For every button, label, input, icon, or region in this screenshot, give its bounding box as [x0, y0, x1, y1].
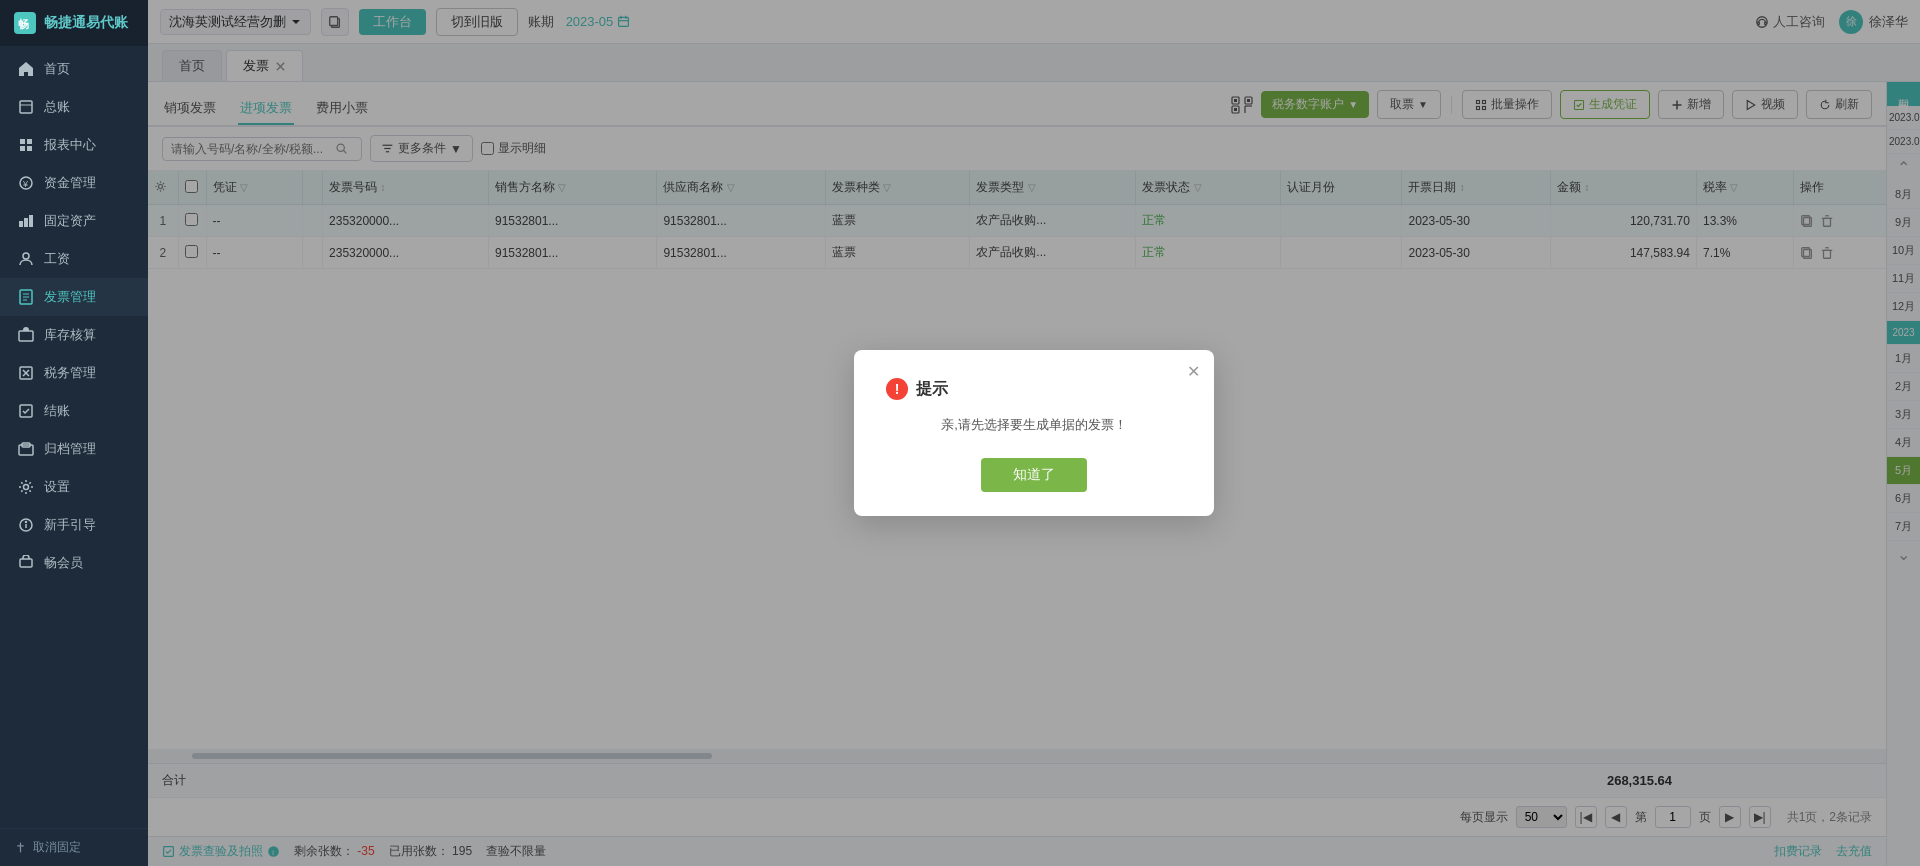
svg-rect-11 [24, 218, 28, 227]
sidebar-item-salary[interactable]: 工资 [0, 240, 148, 278]
sidebar-item-home[interactable]: 首页 [0, 50, 148, 88]
settings-icon [18, 479, 34, 495]
sidebar-item-reports[interactable]: 报表中心 [0, 126, 148, 164]
sidebar-item-settings[interactable]: 设置 [0, 468, 148, 506]
svg-rect-4 [20, 139, 25, 144]
modal-ok-button[interactable]: 知道了 [981, 458, 1087, 492]
pin-icon [14, 841, 27, 854]
svg-rect-6 [20, 146, 25, 151]
sidebar-item-ledger[interactable]: 总账 [0, 88, 148, 126]
sidebar-footer[interactable]: 取消固定 [0, 828, 148, 866]
svg-text:¥: ¥ [22, 179, 29, 189]
sidebar-item-archive[interactable]: 归档管理 [0, 430, 148, 468]
svg-rect-18 [19, 331, 33, 341]
modal-title: ! 提示 [886, 378, 1182, 400]
member-icon [18, 555, 34, 571]
modal-message: 亲,请先选择要生成单据的发票！ [886, 416, 1182, 434]
svg-rect-2 [20, 101, 32, 113]
sidebar-item-tax[interactable]: 税务管理 [0, 354, 148, 392]
salary-icon [18, 251, 34, 267]
svg-point-28 [26, 522, 27, 523]
modal-btn-row: 知道了 [886, 458, 1182, 492]
sidebar-item-member[interactable]: 畅会员 [0, 544, 148, 582]
svg-point-25 [24, 485, 29, 490]
archive-icon [18, 441, 34, 457]
svg-text:畅: 畅 [18, 18, 29, 30]
svg-rect-7 [27, 146, 32, 151]
funds-icon: ¥ [18, 175, 34, 191]
invoice-icon [18, 289, 34, 305]
svg-rect-10 [19, 221, 23, 227]
close-ledger-icon [18, 403, 34, 419]
ledger-icon [18, 99, 34, 115]
sidebar: 畅 畅捷通易代账 首页 总账 报表中心 ¥ 资金管理 固定资 [0, 0, 148, 866]
sidebar-item-guide[interactable]: 新手引导 [0, 506, 148, 544]
sidebar-nav: 首页 总账 报表中心 ¥ 资金管理 固定资产 工资 [0, 46, 148, 828]
modal-box: ✕ ! 提示 亲,请先选择要生成单据的发票！ 知道了 [854, 350, 1214, 516]
reports-icon [18, 137, 34, 153]
sidebar-item-inventory[interactable]: 库存核算 [0, 316, 148, 354]
warning-icon: ! [886, 378, 908, 400]
sidebar-item-close[interactable]: 结账 [0, 392, 148, 430]
svg-point-13 [23, 253, 29, 259]
modal-overlay[interactable]: ✕ ! 提示 亲,请先选择要生成单据的发票！ 知道了 [148, 0, 1920, 866]
home-icon [18, 61, 34, 77]
sidebar-item-funds[interactable]: ¥ 资金管理 [0, 164, 148, 202]
svg-rect-29 [20, 559, 32, 567]
svg-rect-12 [29, 215, 33, 227]
tax-icon [18, 365, 34, 381]
main-content: 沈海英测试经营勿删 工作台 切到旧版 账期 2023-05 人工咨询 徐 [148, 0, 1920, 866]
inventory-icon [18, 327, 34, 343]
modal-close-button[interactable]: ✕ [1187, 362, 1200, 381]
guide-icon [18, 517, 34, 533]
assets-icon [18, 213, 34, 229]
logo-icon: 畅 [14, 12, 36, 34]
app-logo: 畅 畅捷通易代账 [0, 0, 148, 46]
svg-rect-5 [27, 139, 32, 144]
sidebar-item-assets[interactable]: 固定资产 [0, 202, 148, 240]
sidebar-item-invoice[interactable]: 发票管理 [0, 278, 148, 316]
